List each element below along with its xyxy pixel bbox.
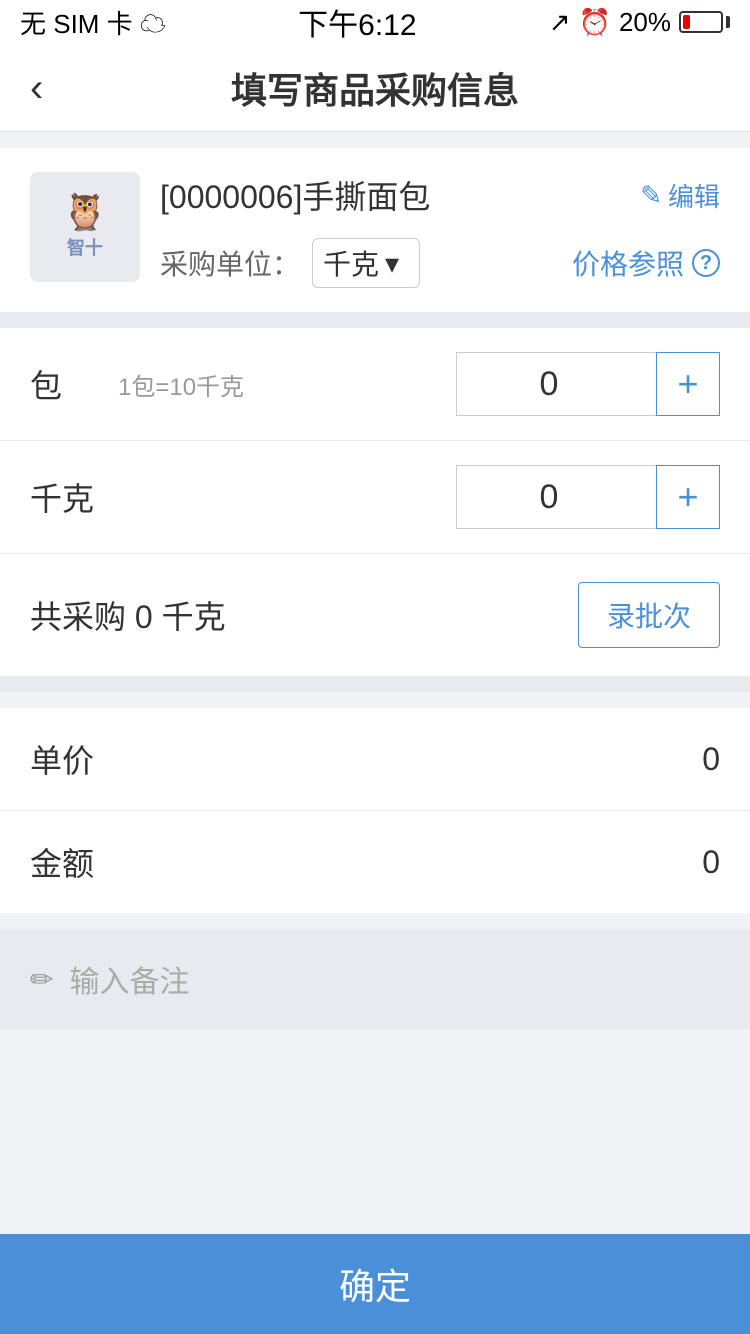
amount-label: 金额	[30, 839, 94, 885]
price-row-amount: 金额 0	[0, 811, 750, 913]
qty-input-bao[interactable]	[456, 352, 656, 416]
amount-value: 0	[702, 844, 720, 881]
batch-button[interactable]: 录批次	[578, 582, 720, 648]
quantity-section: 包 1包=10千克 + 千克 +	[0, 328, 750, 554]
divider-2	[0, 676, 750, 692]
qty-input-kg[interactable]	[456, 465, 656, 529]
back-button[interactable]: ‹	[30, 68, 43, 108]
unit-price-value: 0	[702, 741, 720, 778]
price-ref-label: 价格参照	[572, 243, 684, 283]
edit-icon: ✎	[640, 180, 662, 211]
price-row-unit: 单价 0	[0, 708, 750, 811]
unit-price-label: 单价	[30, 736, 94, 782]
qty-label-kg: 千克	[30, 474, 110, 520]
product-unit-row: 采购单位： 千克 ▾ 价格参照 ?	[160, 238, 720, 288]
battery-percentage: 20%	[619, 7, 671, 38]
product-thumbnail: 🦉 智十	[30, 172, 140, 282]
qty-plus-bao[interactable]: +	[656, 352, 720, 416]
status-right: ↗ ⏰ 20%	[549, 7, 730, 38]
unit-value: 千克	[323, 243, 379, 283]
product-name: [0000006]手撕面包	[160, 172, 430, 218]
qty-sub-label-bao: 1包=10千克	[118, 367, 244, 402]
battery-icon	[679, 11, 730, 33]
unit-label-text: 采购单位：	[160, 243, 300, 283]
status-bar: 无 SIM 卡 ☁ 下午6:12 ↗ ⏰ 20%	[0, 0, 750, 44]
note-section[interactable]: ✏ 输入备注	[0, 929, 750, 1029]
location-icon: ↗	[549, 7, 571, 38]
divider-1	[0, 312, 750, 328]
product-name-row: [0000006]手撕面包 ✎ 编辑	[160, 172, 720, 218]
note-placeholder: 输入备注	[69, 957, 189, 1001]
confirm-button[interactable]: 确定	[0, 1234, 750, 1334]
edit-button[interactable]: ✎ 编辑	[640, 177, 720, 214]
brand-logo-text: 智十	[67, 234, 103, 260]
nav-bar: ‹ 填写商品采购信息	[0, 44, 750, 132]
info-icon: ?	[692, 249, 720, 277]
product-info: [0000006]手撕面包 ✎ 编辑 采购单位： 千克 ▾ 价格参照 ?	[160, 172, 720, 288]
brand-logo-icon: 🦉	[63, 194, 108, 230]
page-title: 填写商品采购信息	[231, 62, 519, 114]
price-section: 单价 0 金额 0	[0, 708, 750, 913]
qty-input-wrap-kg: +	[456, 465, 720, 529]
sim-status: 无 SIM 卡 ☁	[20, 4, 166, 41]
qty-plus-kg[interactable]: +	[656, 465, 720, 529]
edit-label: 编辑	[668, 177, 720, 214]
unit-label: 采购单位： 千克 ▾	[160, 238, 420, 288]
product-card: 🦉 智十 [0000006]手撕面包 ✎ 编辑 采购单位： 千克 ▾	[0, 148, 750, 312]
summary-text: 共采购 0 千克	[30, 592, 226, 638]
dropdown-icon: ▾	[385, 247, 399, 280]
summary-row: 共采购 0 千克 录批次	[0, 554, 750, 676]
qty-label-bao: 包	[30, 361, 110, 407]
note-pencil-icon: ✏	[30, 963, 53, 996]
status-time: 下午6:12	[298, 0, 416, 44]
quantity-row-kg: 千克 +	[0, 441, 750, 554]
quantity-row-bao: 包 1包=10千克 +	[0, 328, 750, 441]
qty-input-wrap-bao: +	[456, 352, 720, 416]
alarm-icon: ⏰	[579, 7, 611, 38]
main-content: 🦉 智十 [0000006]手撕面包 ✎ 编辑 采购单位： 千克 ▾	[0, 148, 750, 1149]
unit-select[interactable]: 千克 ▾	[312, 238, 420, 288]
price-ref-button[interactable]: 价格参照 ?	[572, 243, 720, 283]
status-left: 无 SIM 卡 ☁	[20, 4, 166, 41]
